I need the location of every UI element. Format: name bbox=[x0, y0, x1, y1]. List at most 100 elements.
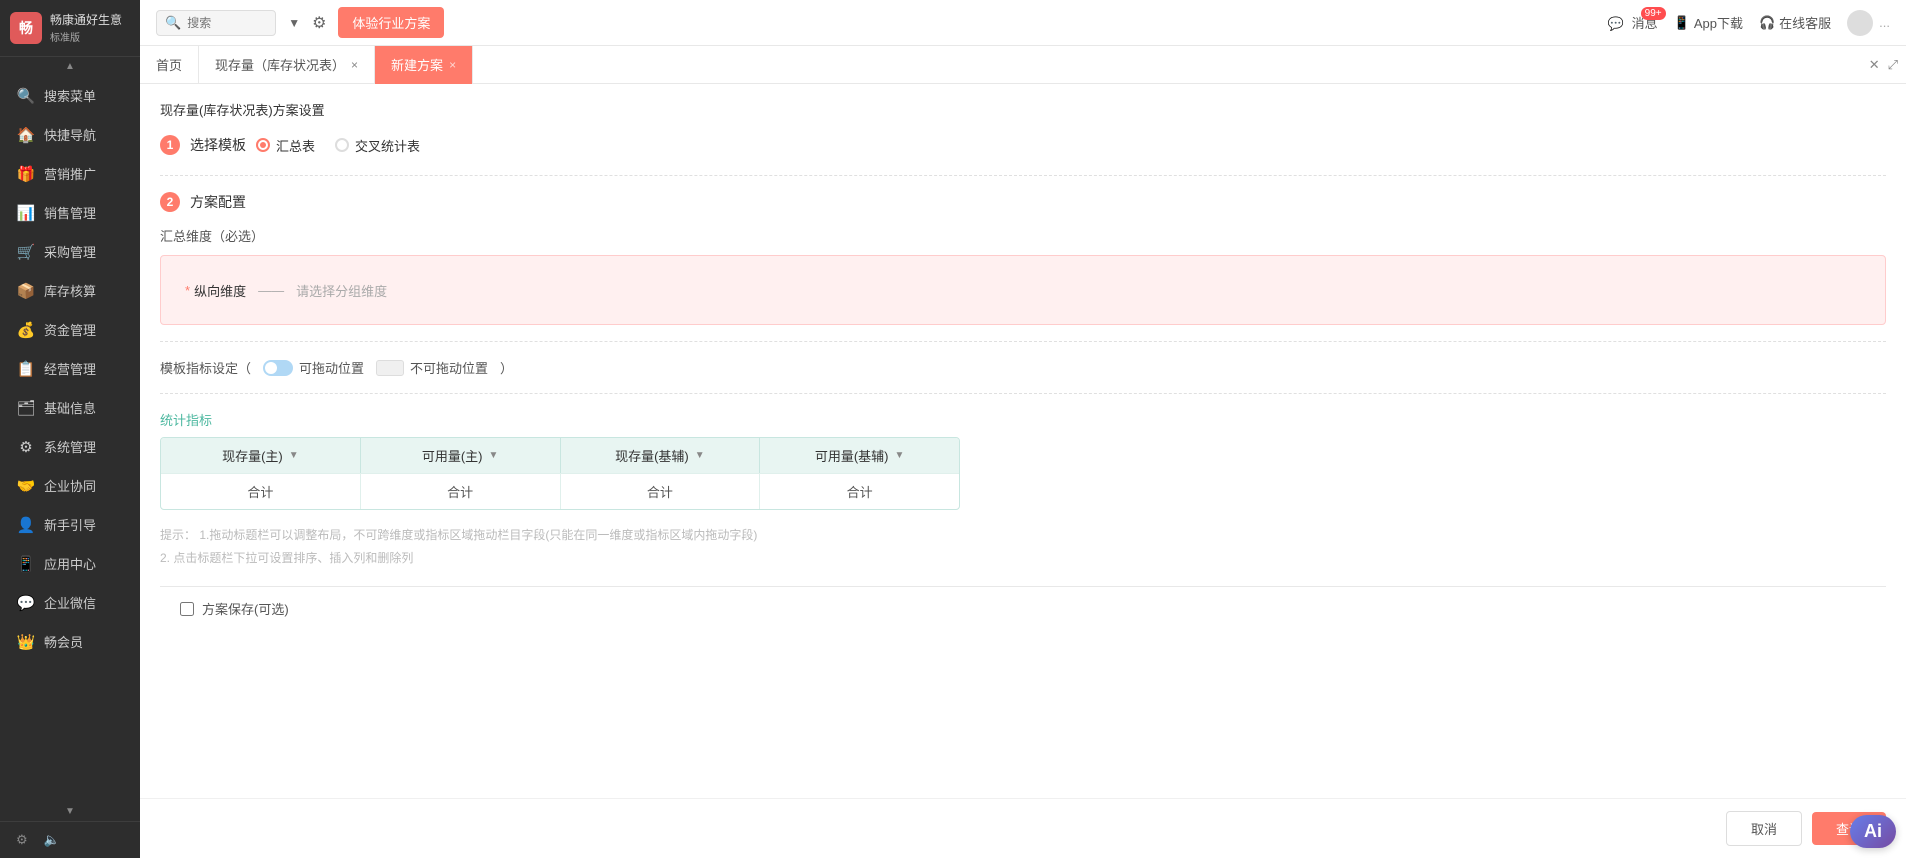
sidebar: 畅 畅康通好生意 标准版 ▲ 🔍 搜索菜单 🏠 快捷导航 🎁 营销推广 📊 销售… bbox=[0, 0, 140, 858]
tabs-bar: 首页 现存量（库存状况表） × 新建方案 × ✕ ⤢ bbox=[140, 46, 1906, 84]
tip-2: 2. 点击标题栏下拉可设置排序、插入列和删除列 bbox=[160, 549, 1886, 566]
page-title: 现存量(库存状况表)方案设置 bbox=[160, 100, 1886, 119]
tab-new-scheme-close-icon[interactable]: × bbox=[449, 58, 456, 72]
toggle-box[interactable] bbox=[263, 360, 293, 376]
search-box[interactable]: 🔍 bbox=[156, 10, 276, 36]
sidebar-scroll-down[interactable]: ▼ bbox=[0, 802, 140, 821]
trial-industry-button[interactable]: 体验行业方案 bbox=[338, 7, 444, 38]
indicator-settings-label: 模板指标设定（ bbox=[160, 358, 251, 377]
sidebar-scroll-up[interactable]: ▲ bbox=[0, 57, 140, 76]
sidebar-item-sales[interactable]: 📊 销售管理 bbox=[0, 193, 140, 232]
tab-new-scheme[interactable]: 新建方案 × bbox=[375, 46, 473, 84]
sidebar-item-wechat[interactable]: 💬 企业微信 bbox=[0, 583, 140, 622]
chevron-down-icon-3[interactable]: ▼ bbox=[895, 450, 905, 461]
search-input[interactable] bbox=[187, 16, 267, 30]
radio-summary[interactable]: 汇总表 bbox=[256, 136, 315, 155]
tab-minimize-icon[interactable]: ✕ bbox=[1869, 57, 1880, 73]
template-options: 汇总表 交叉统计表 bbox=[256, 136, 420, 155]
sidebar-item-marketing[interactable]: 🎁 营销推广 bbox=[0, 154, 140, 193]
stats-table: 现存量(主) ▼ 可用量(主) ▼ 现存量(基辅) ▼ 可用量(基辅) bbox=[160, 437, 960, 510]
message-badge[interactable]: 💬 99+ 消息 bbox=[1608, 13, 1658, 32]
sidebar-item-finance[interactable]: 💰 资金管理 bbox=[0, 310, 140, 349]
sidebar-item-system[interactable]: ⚙ 系统管理 bbox=[0, 427, 140, 466]
col-header-3[interactable]: 可用量(基辅) ▼ bbox=[760, 438, 959, 473]
chevron-down-icon-2[interactable]: ▼ bbox=[695, 450, 705, 461]
handshake-icon: 🤝 bbox=[16, 477, 36, 495]
drag-box bbox=[376, 360, 404, 376]
wechat-icon: 💬 bbox=[16, 594, 36, 612]
col-header-2[interactable]: 现存量(基辅) ▼ bbox=[561, 438, 761, 473]
cell-3: 合计 bbox=[760, 474, 959, 509]
step2-title: 方案配置 bbox=[190, 192, 246, 212]
username: ... bbox=[1879, 15, 1890, 30]
cell-2: 合计 bbox=[561, 474, 761, 509]
topbar-gear-icon[interactable]: ⚙ bbox=[312, 13, 326, 33]
cell-1: 合计 bbox=[361, 474, 561, 509]
step1-number: 1 bbox=[160, 135, 180, 155]
user-area[interactable]: ... bbox=[1847, 10, 1890, 36]
statistics-label: 统计指标 bbox=[160, 410, 1886, 429]
sidebar-item-label: 搜索菜单 bbox=[44, 86, 96, 105]
chart-icon: 📊 bbox=[16, 204, 36, 222]
sidebar-item-purchase[interactable]: 🛒 采购管理 bbox=[0, 232, 140, 271]
sidebar-item-label: 新手引导 bbox=[44, 515, 96, 534]
sidebar-item-vip[interactable]: 👑 畅会员 bbox=[0, 622, 140, 661]
avatar bbox=[1847, 10, 1873, 36]
sidebar-item-search[interactable]: 🔍 搜索菜单 bbox=[0, 76, 140, 115]
online-service-link[interactable]: 🎧 在线客服 bbox=[1759, 13, 1831, 32]
sidebar-bottom: ⚙ 🔈 bbox=[0, 821, 140, 858]
speaker-icon[interactable]: 🔈 bbox=[44, 832, 60, 848]
divider-2 bbox=[160, 341, 1886, 342]
sidebar-item-label: 库存核算 bbox=[44, 281, 96, 300]
ai-badge[interactable]: Ai bbox=[1850, 815, 1896, 848]
box-icon: 📦 bbox=[16, 282, 36, 300]
dimension-dash: —— bbox=[258, 283, 284, 298]
app-name: 畅康通好生意 bbox=[50, 12, 122, 29]
section2-header: 2 方案配置 bbox=[160, 192, 1886, 212]
content-area: 现存量(库存状况表)方案设置 1 选择模板 汇总表 交叉统计表 bbox=[140, 84, 1906, 798]
draggable-toggle[interactable]: 可拖动位置 bbox=[263, 358, 364, 377]
col-label-3: 可用量(基辅) bbox=[815, 446, 889, 465]
col-header-1[interactable]: 可用量(主) ▼ bbox=[361, 438, 561, 473]
settings-icon[interactable]: ⚙ bbox=[16, 832, 28, 848]
tab-home[interactable]: 首页 bbox=[140, 46, 199, 84]
sidebar-item-app-center[interactable]: 📱 应用中心 bbox=[0, 544, 140, 583]
sidebar-nav: 🔍 搜索菜单 🏠 快捷导航 🎁 营销推广 📊 销售管理 🛒 采购管理 📦 库存核… bbox=[0, 76, 140, 802]
save-checkbox[interactable] bbox=[180, 602, 194, 616]
tab-new-scheme-label: 新建方案 bbox=[391, 55, 443, 74]
radio-summary-dot bbox=[256, 138, 270, 152]
main-area: 🔍 ▼ ⚙ 体验行业方案 💬 99+ 消息 📱 App下载 🎧 在线客服 ... bbox=[140, 0, 1906, 858]
dimension-placeholder: 请选择分组维度 bbox=[296, 281, 387, 300]
sidebar-logo: 畅 畅康通好生意 标准版 bbox=[0, 0, 140, 57]
tab-expand-icon[interactable]: ⤢ bbox=[1888, 57, 1898, 73]
sidebar-item-new-guide[interactable]: 👤 新手引导 bbox=[0, 505, 140, 544]
sidebar-item-operation[interactable]: 📋 经营管理 bbox=[0, 349, 140, 388]
headset-icon: 🎧 bbox=[1759, 15, 1775, 31]
chevron-down-icon-1[interactable]: ▼ bbox=[489, 450, 499, 461]
tab-inventory-close-icon[interactable]: × bbox=[351, 58, 358, 72]
col-label-0: 现存量(主) bbox=[222, 446, 283, 465]
tab-inventory[interactable]: 现存量（库存状况表） × bbox=[199, 46, 375, 84]
radio-cross[interactable]: 交叉统计表 bbox=[335, 136, 420, 155]
tabs-controls: ✕ ⤢ bbox=[1869, 57, 1906, 73]
sidebar-item-label: 销售管理 bbox=[44, 203, 96, 222]
step2-number: 2 bbox=[160, 192, 180, 212]
divider-3 bbox=[160, 393, 1886, 394]
col-label-2: 现存量(基辅) bbox=[615, 446, 689, 465]
message-count: 99+ bbox=[1641, 7, 1666, 20]
user-icon: 👤 bbox=[16, 516, 36, 534]
chevron-down-icon-0[interactable]: ▼ bbox=[289, 450, 299, 461]
sidebar-item-label: 快捷导航 bbox=[44, 125, 96, 144]
sidebar-item-basic[interactable]: 🗂 基础信息 bbox=[0, 388, 140, 427]
dimension-area[interactable]: * 纵向维度 —— 请选择分组维度 bbox=[160, 255, 1886, 325]
dimension-label: 纵向维度 bbox=[194, 281, 246, 300]
app-download-link[interactable]: 📱 App下载 bbox=[1674, 13, 1743, 32]
save-label: 方案保存(可选) bbox=[202, 599, 289, 618]
sidebar-item-enterprise[interactable]: 🤝 企业协同 bbox=[0, 466, 140, 505]
bottom-section: 方案保存(可选) bbox=[160, 586, 1886, 630]
sidebar-item-inventory[interactable]: 📦 库存核算 bbox=[0, 271, 140, 310]
sidebar-item-quick-nav[interactable]: 🏠 快捷导航 bbox=[0, 115, 140, 154]
cancel-button[interactable]: 取消 bbox=[1726, 811, 1802, 846]
dropdown-arrow-icon[interactable]: ▼ bbox=[288, 16, 300, 30]
col-header-0[interactable]: 现存量(主) ▼ bbox=[161, 438, 361, 473]
